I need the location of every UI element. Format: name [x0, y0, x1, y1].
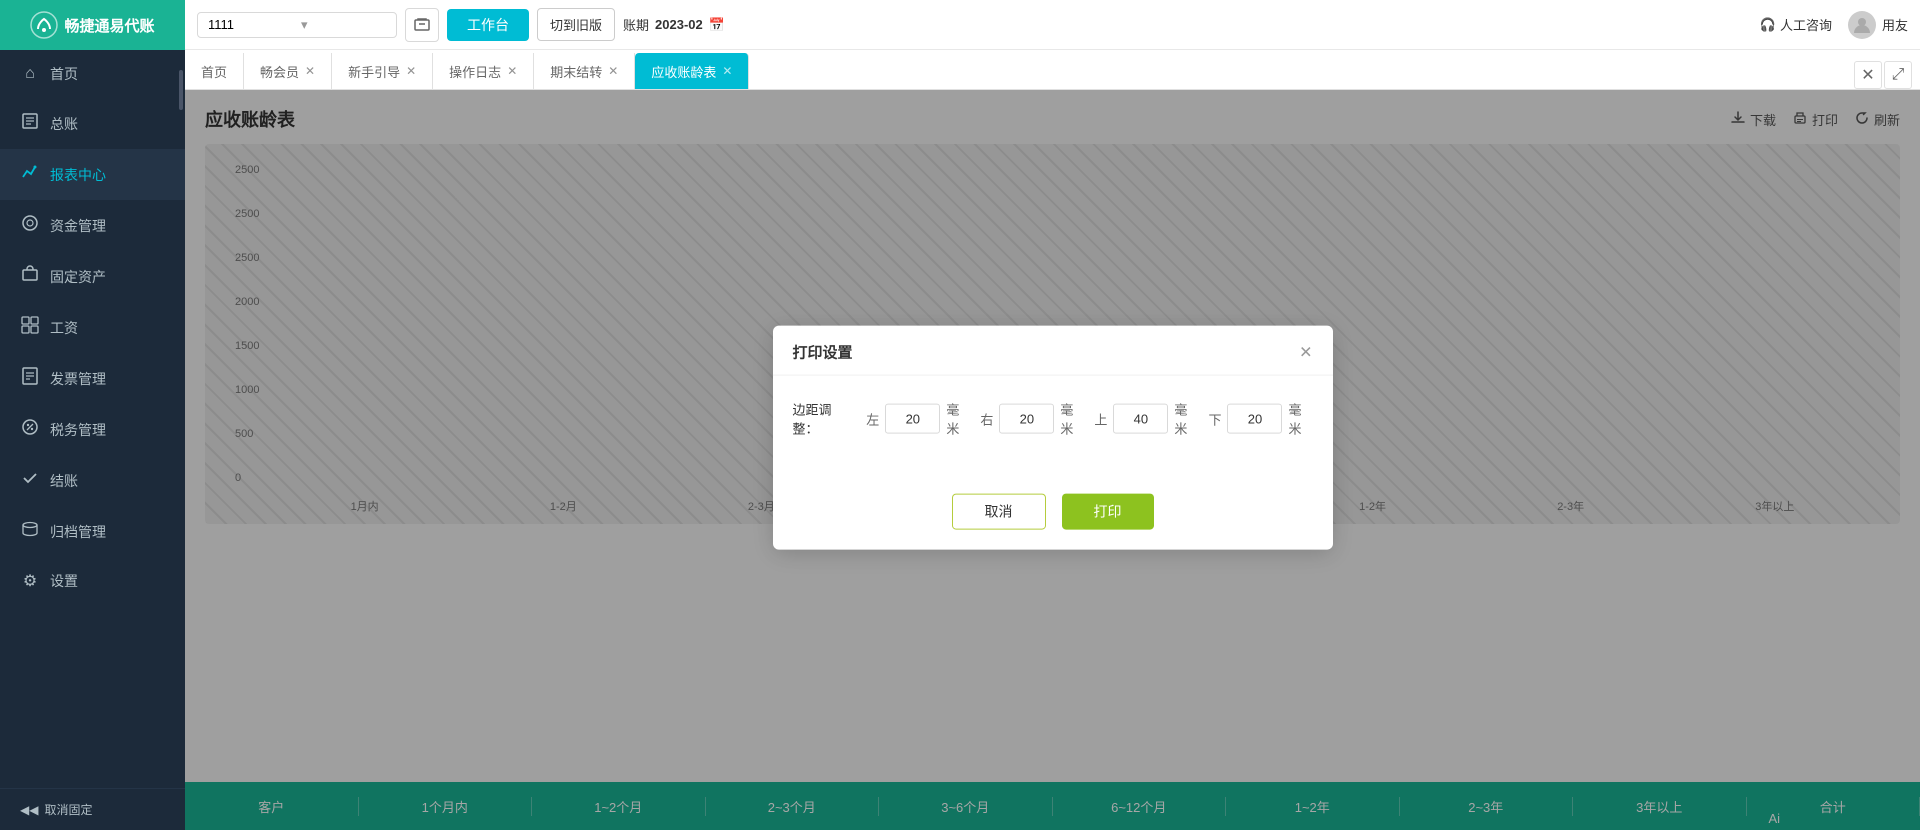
funds-icon [20, 214, 40, 237]
bottom-unit: 毫米 [1288, 400, 1312, 438]
sidebar-item-funds[interactable]: 资金管理 [0, 200, 185, 251]
top-margin-label: 上 [1094, 409, 1107, 428]
user-name: 用友 [1882, 15, 1908, 34]
user-area[interactable]: 用友 [1848, 11, 1908, 39]
bottom-margin-input[interactable] [1227, 404, 1282, 434]
archive-button[interactable] [405, 8, 439, 42]
sidebar-item-invoice[interactable]: 发票管理 [0, 353, 185, 404]
sidebar-item-assets[interactable]: 固定资产 [0, 251, 185, 302]
right-margin-input[interactable] [999, 404, 1054, 434]
tab-close-period[interactable]: ✕ [608, 64, 618, 78]
cancel-button[interactable]: 取消 [952, 494, 1046, 530]
sidebar-collapse-button[interactable]: ◀◀ 取消固定 [0, 788, 185, 830]
checkout-icon [20, 469, 40, 492]
archive-sidebar-icon [20, 520, 40, 543]
period-area: 账期 2023-02 📅 [623, 15, 725, 34]
left-unit: 毫米 [946, 400, 970, 438]
top-unit: 毫米 [1174, 400, 1198, 438]
settings-icon: ⚙ [20, 571, 40, 591]
tab-guide[interactable]: 新手引导 ✕ [332, 53, 433, 89]
sidebar-item-settings[interactable]: ⚙ 设置 [0, 557, 185, 605]
dialog-title: 打印设置 [793, 342, 853, 363]
consult-button[interactable]: 🎧 人工咨询 [1760, 15, 1832, 34]
sidebar: ⌂ 首页 总账 报表中心 资金管理 [0, 50, 185, 830]
right-unit: 毫米 [1060, 400, 1084, 438]
dropdown-arrow-icon: ▾ [301, 17, 386, 33]
print-settings-dialog: 打印设置 ✕ 边距调整： 左 毫米 右 毫米 [773, 326, 1333, 550]
salary-icon [20, 316, 40, 339]
sidebar-item-salary[interactable]: 工资 [0, 302, 185, 353]
tab-member[interactable]: 畅会员 ✕ [244, 53, 332, 89]
margin-label: 边距调整： [793, 400, 857, 438]
tab-home[interactable]: 首页 [185, 53, 244, 89]
left-margin-input[interactable] [885, 404, 940, 434]
page-content: 应收账龄表 下载 打印 [185, 90, 1920, 830]
tab-close-guide[interactable]: ✕ [406, 64, 416, 78]
sidebar-item-home[interactable]: ⌂ 首页 [0, 50, 185, 98]
logo: 畅捷通易代账 [0, 0, 185, 50]
report-icon [20, 163, 40, 186]
tab-close-log[interactable]: ✕ [507, 64, 517, 78]
sidebar-item-report[interactable]: 报表中心 [0, 149, 185, 200]
home-icon: ⌂ [20, 65, 40, 83]
right-margin-label: 右 [980, 409, 993, 428]
tab-period-close[interactable]: 期末结转 ✕ [534, 53, 635, 89]
bottom-margin-label: 下 [1208, 409, 1221, 428]
sidebar-item-ledger[interactable]: 总账 [0, 98, 185, 149]
confirm-print-button[interactable]: 打印 [1062, 494, 1154, 530]
left-margin-label: 左 [866, 409, 879, 428]
tab-close-ar[interactable]: ✕ [722, 64, 732, 78]
headset-icon: 🎧 [1760, 17, 1776, 33]
pin-icon: ◀◀ [20, 803, 38, 817]
tab-log[interactable]: 操作日志 ✕ [433, 53, 534, 89]
invoice-icon [20, 367, 40, 390]
period-value: 2023-02 [655, 17, 703, 32]
sidebar-item-checkout[interactable]: 结账 [0, 455, 185, 506]
dialog-close-button[interactable]: ✕ [1299, 342, 1312, 362]
avatar [1848, 11, 1876, 39]
tab-expand-button[interactable]: ⤢ [1884, 61, 1912, 89]
switch-old-button[interactable]: 切到旧版 [537, 8, 615, 41]
sidebar-item-archive[interactable]: 归档管理 [0, 506, 185, 557]
tab-close-member[interactable]: ✕ [305, 64, 315, 78]
calendar-icon[interactable]: 📅 [709, 17, 725, 33]
top-margin-input[interactable] [1113, 404, 1168, 434]
assets-icon [20, 265, 40, 288]
workbench-button[interactable]: 工作台 [447, 9, 529, 41]
tax-icon [20, 418, 40, 441]
ledger-icon [20, 112, 40, 135]
tab-close-button[interactable]: ✕ [1854, 61, 1882, 89]
tab-ar-aging[interactable]: 应收账龄表 ✕ [635, 53, 749, 89]
sidebar-scrollbar[interactable] [179, 70, 183, 110]
tab-bar: 首页 畅会员 ✕ 新手引导 ✕ 操作日志 ✕ 期末结转 ✕ 应收账龄表 ✕ [185, 50, 1920, 90]
sidebar-item-tax[interactable]: 税务管理 [0, 404, 185, 455]
company-selector[interactable]: 1111 ▾ [197, 12, 397, 38]
